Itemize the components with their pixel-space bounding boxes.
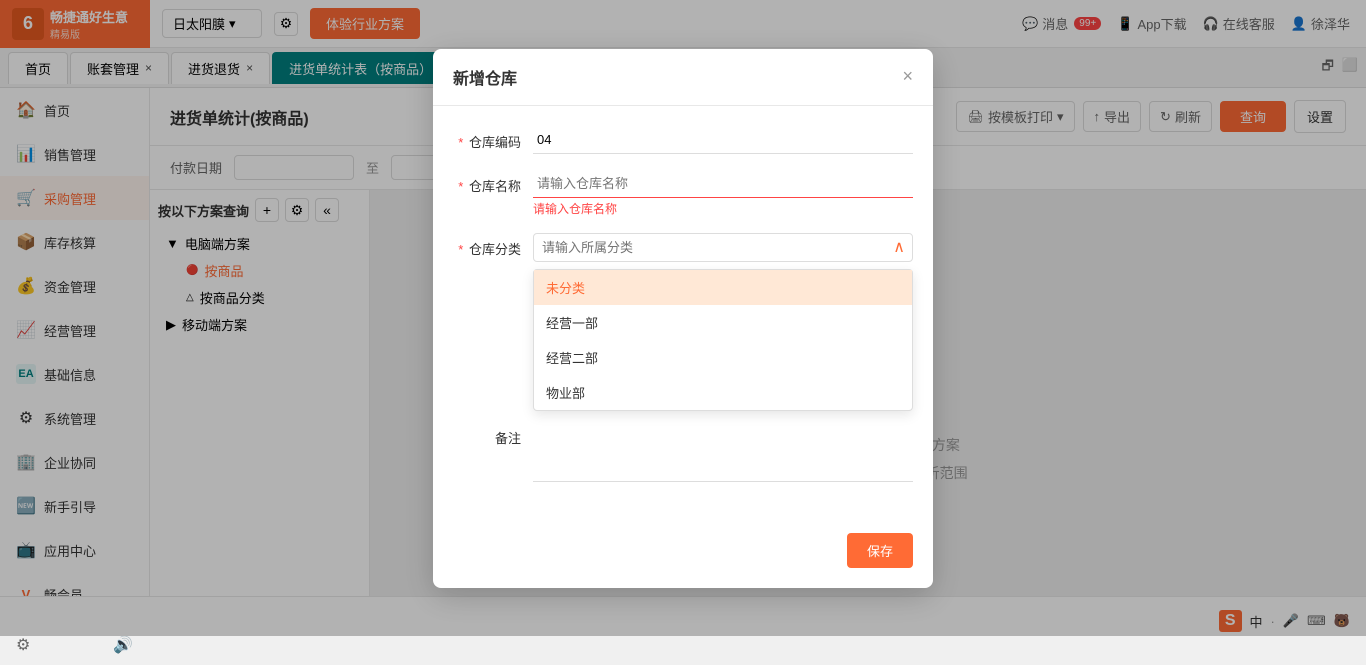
dropdown-item-dept1[interactable]: 经营一部	[534, 305, 912, 340]
category-input[interactable]	[533, 233, 913, 262]
volume-icon[interactable]: 🔊	[113, 635, 133, 655]
dropdown-item-none[interactable]: 未分类	[534, 270, 912, 305]
category-control: ∧ 未分类 经营一部 经营二部 物业部	[533, 233, 913, 262]
note-label: 备注	[453, 422, 533, 447]
required-star: *	[458, 135, 463, 150]
dialog-close-btn[interactable]: ×	[902, 66, 913, 87]
name-label-text: 仓库名称	[469, 179, 521, 194]
dialog-header: 新增仓库 ×	[433, 49, 933, 106]
dialog-title: 新增仓库	[453, 65, 517, 89]
settings-bottom-icon[interactable]: ⚙	[16, 635, 30, 655]
form-row-code: * 仓库编码	[453, 126, 913, 154]
required-star-3: *	[458, 242, 463, 257]
note-textarea[interactable]	[533, 422, 913, 482]
category-input-wrap: ∧	[533, 233, 913, 262]
form-row-note: 备注	[453, 422, 913, 485]
name-error-msg: 请输入仓库名称	[533, 200, 913, 217]
name-label: * 仓库名称	[453, 170, 533, 195]
name-control: 请输入仓库名称	[533, 170, 913, 217]
form-row-category: * 仓库分类 ∧ 未分类 经营一部 经营二部 物业部	[453, 233, 913, 262]
dropdown-item-dept2[interactable]: 经营二部	[534, 340, 912, 375]
save-button[interactable]: 保存	[847, 533, 913, 568]
required-star-2: *	[458, 179, 463, 194]
dialog-footer: 保存	[433, 521, 933, 588]
dropdown-item-dept3[interactable]: 物业部	[534, 375, 912, 410]
code-label: * 仓库编码	[453, 126, 533, 151]
name-input[interactable]	[533, 170, 913, 198]
new-warehouse-dialog: 新增仓库 × * 仓库编码 * 仓库名称	[433, 49, 933, 588]
dialog-overlay: 新增仓库 × * 仓库编码 * 仓库名称	[0, 0, 1366, 636]
note-control	[533, 422, 913, 485]
code-label-text: 仓库编码	[469, 135, 521, 150]
category-label: * 仓库分类	[453, 233, 533, 258]
category-toggle-icon[interactable]: ∧	[893, 237, 905, 257]
category-label-text: 仓库分类	[469, 242, 521, 257]
dialog-body: * 仓库编码 * 仓库名称 请输入仓库名称	[433, 106, 933, 521]
note-label-text: 备注	[495, 431, 521, 446]
code-control	[533, 126, 913, 154]
category-dropdown: 未分类 经营一部 经营二部 物业部	[533, 269, 913, 411]
code-input[interactable]	[533, 126, 913, 154]
form-row-name: * 仓库名称 请输入仓库名称	[453, 170, 913, 217]
